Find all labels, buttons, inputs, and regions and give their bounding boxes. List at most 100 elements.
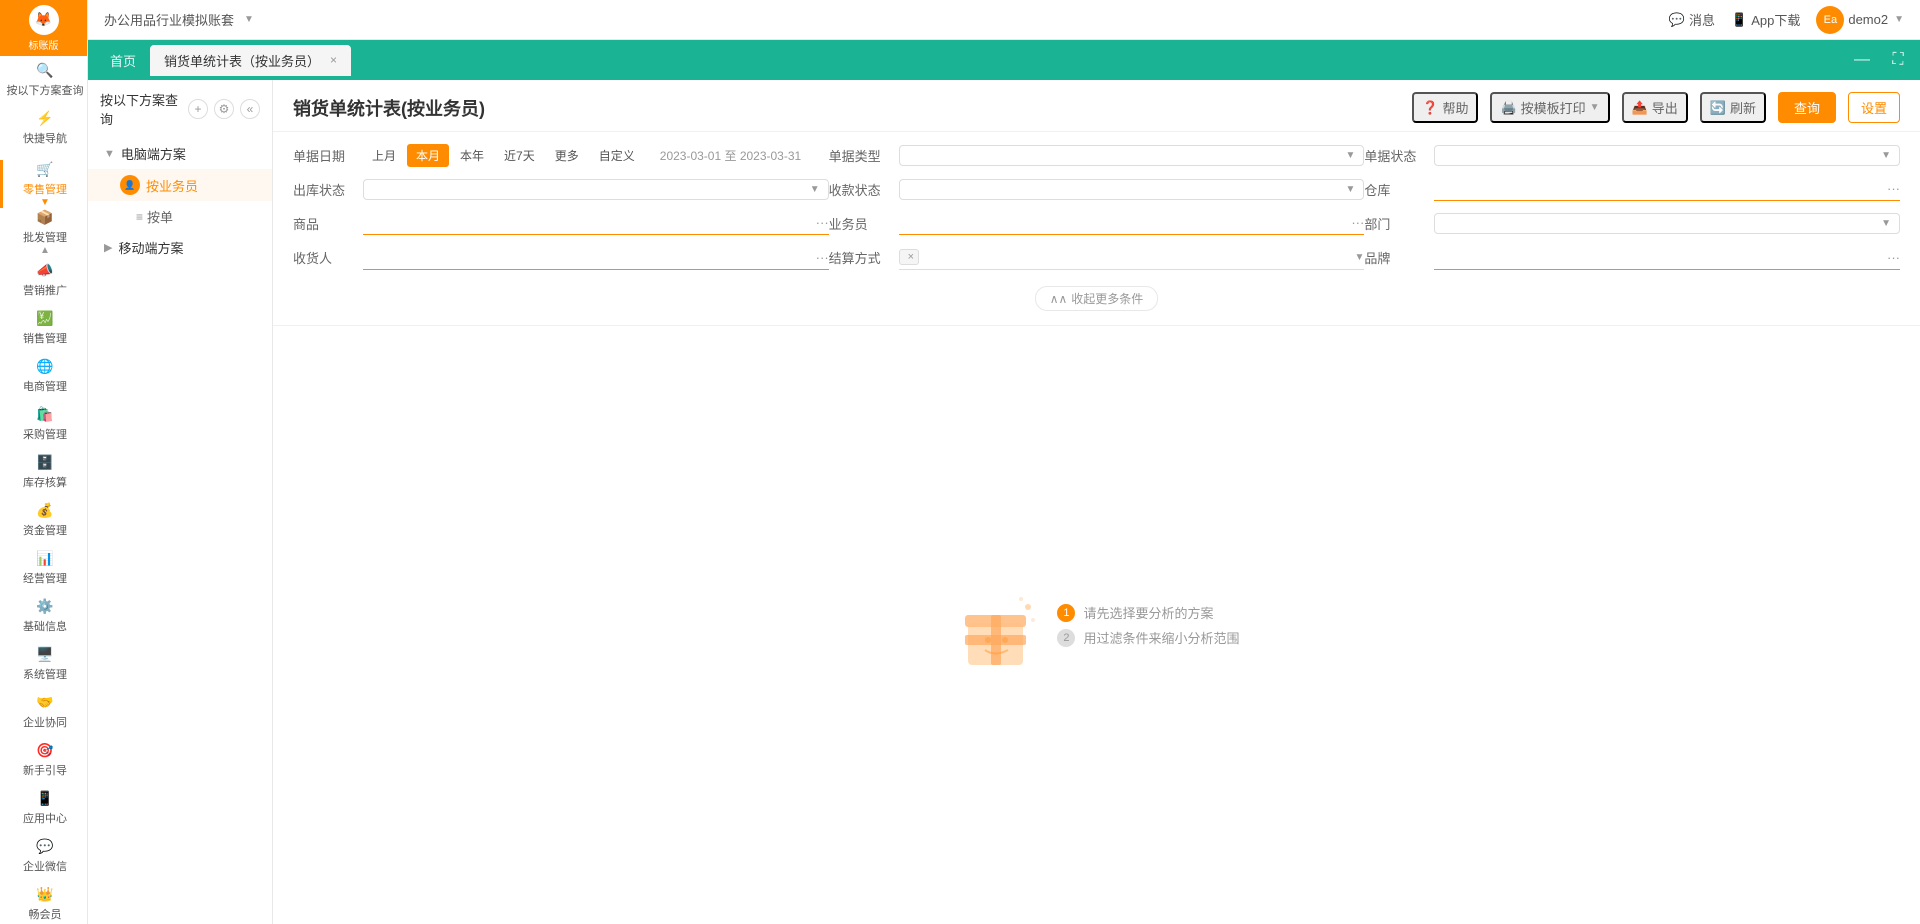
sidebar-item-app[interactable]: 应用中心 xyxy=(0,784,88,832)
print-dropdown-icon: ▼ xyxy=(1590,102,1600,113)
header-left: 办公用品行业模拟账套 ▼ xyxy=(104,10,254,29)
settlement-tag-close[interactable]: × xyxy=(908,251,914,263)
sidebar-item-cooperation[interactable]: 企业协同 xyxy=(0,688,88,736)
warehouse-dots[interactable]: ··· xyxy=(1887,181,1900,196)
settlement-dropdown-icon[interactable]: ▼ xyxy=(1354,252,1364,263)
tree-node-pc[interactable]: ▼ 电脑端方案 xyxy=(88,138,272,169)
date-tab-thismonth[interactable]: 本月 xyxy=(407,144,449,167)
panel-add-btn[interactable]: + xyxy=(188,99,208,119)
date-tab-lastmonth[interactable]: 上月 xyxy=(363,144,405,167)
app-download-label: App下载 xyxy=(1751,10,1800,29)
sidebar-item-quicknav[interactable]: 快捷导航 xyxy=(0,104,88,152)
panel-collapse-btn[interactable]: « xyxy=(240,99,260,119)
tab-actions: — ⛶ xyxy=(1848,46,1912,74)
sidebar-item-operations-label: 经营管理 xyxy=(23,570,67,586)
add-icon: + xyxy=(194,102,201,116)
sidebar-item-wecom-label: 企业微信 xyxy=(23,858,67,874)
sidebar-item-inventory[interactable]: 库存核算 xyxy=(0,448,88,496)
tab-home[interactable]: 首页 xyxy=(96,45,150,76)
salesperson-input[interactable]: ··· xyxy=(899,211,1365,235)
brand-label: 品牌 xyxy=(1364,248,1434,267)
help-icon: ❓ xyxy=(1422,100,1438,116)
sidebar-item-marketing[interactable]: 营销推广 xyxy=(0,256,88,304)
sidebar-item-retail-label: 零售管理 xyxy=(23,181,67,197)
refresh-btn[interactable]: 🔄 刷新 xyxy=(1700,92,1766,123)
doc-status-select[interactable]: ▼ xyxy=(1434,145,1900,166)
brand-dots[interactable]: ··· xyxy=(1887,250,1900,265)
empty-illustration: 1 请先选择要分析的方案 2 用过滤条件来缩小分析范围 xyxy=(953,585,1239,665)
print-btn[interactable]: 🖨️ 按模板打印 ▼ xyxy=(1490,92,1609,123)
consignee-input[interactable]: ··· xyxy=(363,246,829,270)
user-menu[interactable]: Ea demo2 ▼ xyxy=(1816,6,1904,34)
hint-2-text: 用过滤条件来缩小分析范围 xyxy=(1083,628,1239,647)
app-download-btn[interactable]: 📱 App下载 xyxy=(1731,10,1800,29)
sidebar-item-purchase[interactable]: 采购管理 xyxy=(0,400,88,448)
panel-settings-btn[interactable]: ⚙ xyxy=(214,99,234,119)
dept-label: 部门 xyxy=(1364,214,1434,233)
doc-type-select[interactable]: ▼ xyxy=(899,145,1365,166)
sidebar-item-search[interactable]: 按以下方案查询 xyxy=(0,56,88,104)
sidebar-item-sales[interactable]: 销售管理 xyxy=(0,304,88,352)
doc-status-filter-group: 单据状态 ▼ xyxy=(1364,145,1900,166)
tree-child-by-salesperson[interactable]: 👤 按业务员 xyxy=(88,169,272,201)
collapse-up-icon: ∧∧ xyxy=(1050,292,1068,306)
breadcrumb-dropdown-icon[interactable]: ▼ xyxy=(244,14,254,25)
sidebar-item-member-label: 畅会员 xyxy=(29,906,62,922)
breadcrumb-text: 办公用品行业模拟账套 xyxy=(104,10,234,29)
tab-current[interactable]: 销货单统计表（按业务员） × xyxy=(150,45,351,76)
tree-child-by-salesperson-label: 按业务员 xyxy=(146,176,198,195)
sidebar-item-wecom[interactable]: 企业微信 xyxy=(0,832,88,880)
date-tab-7days[interactable]: 近7天 xyxy=(495,144,544,167)
tab-maximize-btn[interactable]: ⛶ xyxy=(1884,46,1912,74)
sidebar-item-ecom[interactable]: 电商管理 xyxy=(0,352,88,400)
sidebar-item-newbie[interactable]: 新手引导 xyxy=(0,736,88,784)
delivery-dropdown-icon: ▼ xyxy=(810,184,820,195)
date-tab-more[interactable]: 更多 xyxy=(546,144,588,167)
sidebar-item-wholesale[interactable]: 批发管理 ▲ xyxy=(0,208,88,256)
brand-input[interactable]: ··· xyxy=(1434,246,1900,270)
dept-select[interactable]: ▼ xyxy=(1434,213,1900,234)
sidebar-item-retail[interactable]: 零售管理 ▼ xyxy=(0,160,88,208)
settings-label: 设置 xyxy=(1861,101,1887,116)
goods-dots[interactable]: ··· xyxy=(816,215,829,230)
empty-box-svg xyxy=(953,585,1043,675)
doc-status-label: 单据状态 xyxy=(1364,146,1434,165)
basic-icon xyxy=(36,598,53,616)
sidebar-item-sales-label: 销售管理 xyxy=(23,330,67,346)
consignee-dots[interactable]: ··· xyxy=(816,250,829,265)
settings-btn[interactable]: 设置 xyxy=(1848,92,1900,123)
date-tab-thisyear[interactable]: 本年 xyxy=(451,144,493,167)
warehouse-input[interactable]: ··· xyxy=(1434,177,1900,201)
help-btn[interactable]: ❓ 帮助 xyxy=(1412,92,1478,123)
tab-close-icon[interactable]: × xyxy=(330,53,337,67)
sidebar-item-finance[interactable]: 资金管理 xyxy=(0,496,88,544)
salesperson-dots[interactable]: ··· xyxy=(1351,215,1364,230)
date-tab-custom[interactable]: 自定义 xyxy=(590,144,644,167)
goods-input[interactable]: ··· xyxy=(363,211,829,235)
sidebar-item-basic[interactable]: 基础信息 xyxy=(0,592,88,640)
content-area: 按以下方案查询 + ⚙ « ▼ 电脑端方案 👤 xyxy=(88,80,1920,924)
export-btn[interactable]: 📤 导出 xyxy=(1622,92,1688,123)
tab-minimize-btn[interactable]: — xyxy=(1848,46,1876,74)
sidebar-item-system[interactable]: 系统管理 xyxy=(0,640,88,688)
payment-select[interactable]: ▼ xyxy=(899,179,1365,200)
filter-row-2: 出库状态 ▼ 收款状态 ▼ 仓库 xyxy=(293,177,1900,201)
consignee-filter-group: 收货人 ··· xyxy=(293,246,829,270)
doc-status-dropdown-icon: ▼ xyxy=(1881,150,1891,161)
sidebar-item-operations[interactable]: 经营管理 xyxy=(0,544,88,592)
collapse-btn[interactable]: ∧∧ 收起更多条件 xyxy=(1035,286,1159,311)
tab-home-label: 首页 xyxy=(110,51,136,70)
delivery-select[interactable]: ▼ xyxy=(363,179,829,200)
collapse-icon: « xyxy=(247,102,254,116)
user-name: demo2 xyxy=(1848,12,1888,27)
brand-filter-group: 品牌 ··· xyxy=(1364,246,1900,270)
query-btn[interactable]: 查询 xyxy=(1778,92,1836,123)
settlement-input[interactable]: × ▼ xyxy=(899,245,1365,270)
tree-subchild-by-order[interactable]: ≡ 按单 xyxy=(88,201,272,232)
tree-node-mobile[interactable]: ▶ 移动端方案 xyxy=(88,232,272,263)
cooperation-icon xyxy=(36,694,53,712)
message-btn[interactable]: 💬 消息 xyxy=(1669,10,1715,29)
sidebar-item-member[interactable]: 畅会员 xyxy=(0,880,88,924)
empty-hint-1: 1 请先选择要分析的方案 xyxy=(1057,603,1239,622)
filter-area: 单据日期 上月 本月 本年 近7天 更多 自定义 2023-03-01 至 20… xyxy=(273,132,1920,326)
